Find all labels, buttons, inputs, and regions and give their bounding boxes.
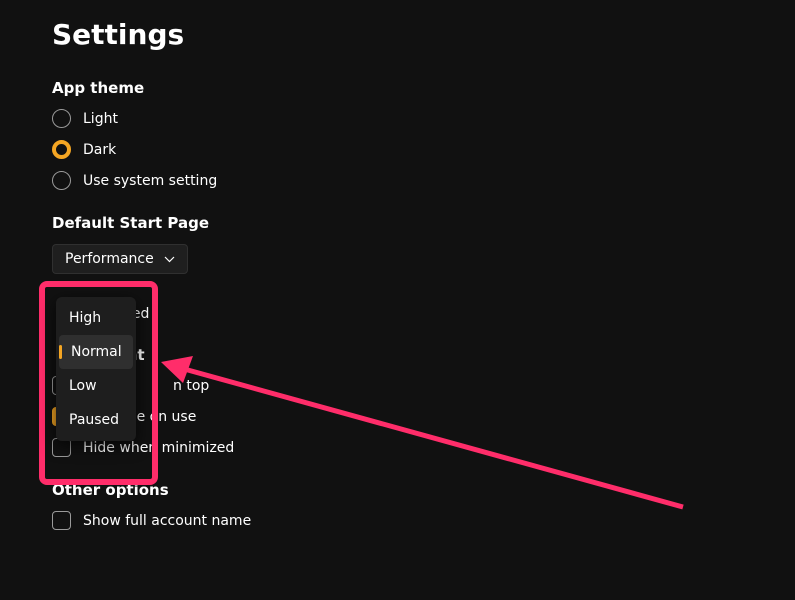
start-page-dropdown[interactable]: Performance (52, 244, 188, 274)
other-options-heading: Other options (52, 481, 743, 499)
always-on-top-checkbox[interactable]: n top (52, 376, 743, 395)
show-full-account-name-checkbox[interactable]: Show full account name (52, 511, 743, 530)
theme-light-radio[interactable]: Light (52, 109, 743, 128)
start-page-value: Performance (65, 251, 154, 267)
page-title: Settings (52, 18, 743, 51)
dropdown-item-paused-label: Paused (69, 412, 119, 428)
theme-dark-radio[interactable]: Dark (52, 140, 743, 159)
dropdown-item-high-label: High (69, 310, 101, 326)
start-page-section: Default Start Page Performance (52, 214, 743, 274)
theme-dark-label: Dark (83, 142, 116, 158)
hide-when-minimized-checkbox[interactable]: Hide when minimized (52, 438, 743, 457)
other-options-section: Other options Show full account name (52, 481, 743, 530)
radio-icon (52, 171, 71, 190)
app-theme-heading: App theme (52, 79, 743, 97)
window-management-heading-partial: gement (52, 346, 743, 364)
dropdown-item-low[interactable]: Low (59, 369, 133, 403)
radio-icon-selected (52, 140, 71, 159)
dropdown-item-high[interactable]: High (59, 301, 133, 335)
window-management-section: gement n top Minimize on use Hide when m… (52, 346, 743, 457)
update-speed-section: ate speed (52, 306, 743, 322)
checkbox-icon (52, 511, 71, 530)
chevron-down-icon (164, 254, 175, 265)
start-page-heading: Default Start Page (52, 214, 743, 232)
dropdown-item-normal-label: Normal (69, 344, 122, 360)
theme-system-label: Use system setting (83, 173, 217, 189)
minimize-on-use-checkbox[interactable]: Minimize on use (52, 407, 743, 426)
dropdown-item-paused[interactable]: Paused (59, 403, 133, 437)
radio-icon (52, 109, 71, 128)
update-speed-heading-partial: ate speed (52, 306, 743, 322)
theme-light-label: Light (83, 111, 118, 127)
theme-system-radio[interactable]: Use system setting (52, 171, 743, 190)
update-speed-dropdown-flyout: High Normal Low Paused (56, 297, 136, 441)
hide-when-minimized-label: Hide when minimized (83, 440, 234, 456)
dropdown-item-low-label: Low (69, 378, 97, 394)
dropdown-item-normal[interactable]: Normal (59, 335, 133, 369)
show-full-account-name-label: Show full account name (83, 513, 251, 529)
app-theme-section: App theme Light Dark Use system setting (52, 79, 743, 190)
